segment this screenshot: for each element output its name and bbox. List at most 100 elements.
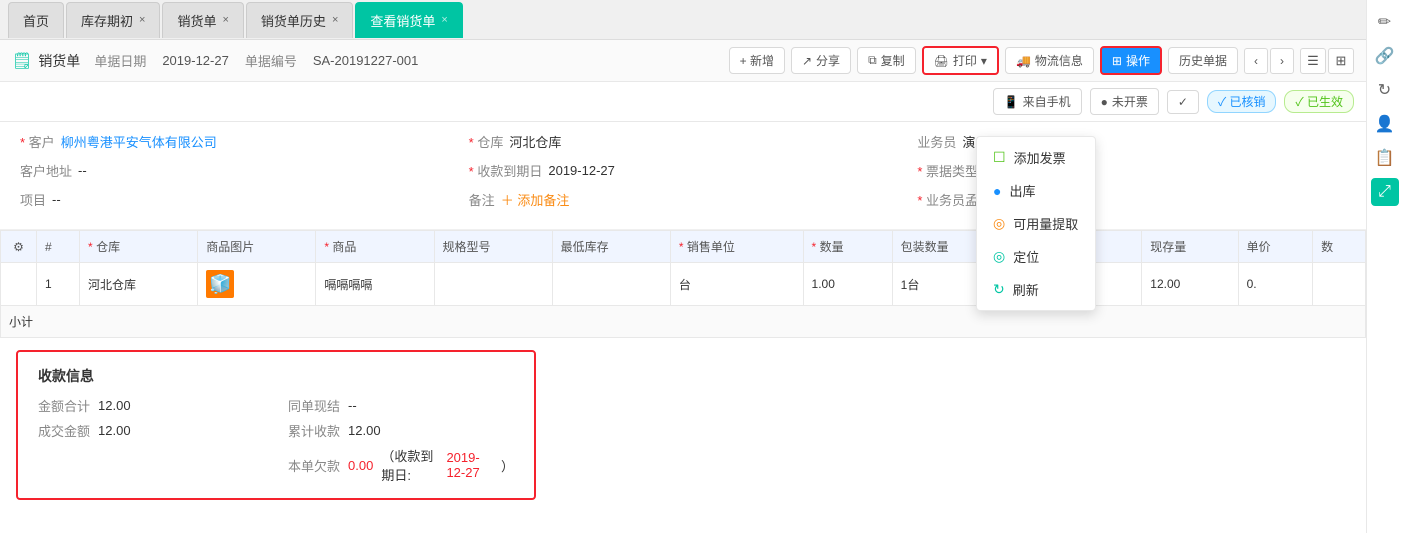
print-label: 打印 <box>953 52 977 69</box>
cell-product-img: 🧊 <box>198 263 316 306</box>
cell-qty: 1.00 <box>803 263 892 306</box>
tab-home-label: 首页 <box>23 11 49 30</box>
copy-button[interactable]: ⧉ 复制 <box>857 47 916 74</box>
subtotal-row: 小计 <box>1 306 1366 338</box>
note-label: 备注 <box>469 190 495 209</box>
staff-label: 业务员 <box>917 132 956 151</box>
table-row: 1 河北仓库 🧊 嗝嗝嗝嗝 台 1.00 1台 12.00 0. <box>1 263 1366 306</box>
locate-icon: ◎ <box>993 248 1005 265</box>
sidebar-rotate-icon[interactable]: ↻ <box>1371 76 1399 104</box>
prev-button[interactable]: ‹ <box>1244 48 1268 74</box>
share-label: 分享 <box>816 52 840 69</box>
tab-inventory-close[interactable]: × <box>139 14 145 26</box>
warehouse-label: 仓库 <box>469 132 504 151</box>
not-open-button[interactable]: ● 未开票 <box>1090 88 1159 115</box>
outbound-label: 出库 <box>1009 181 1035 200</box>
col-product-img: 商品图片 <box>198 231 316 263</box>
history-label: 历史单据 <box>1179 52 1227 69</box>
new-button[interactable]: + 新增 <box>729 47 785 74</box>
sales-staff-label: 业务员孟 <box>917 190 978 209</box>
form-row-2: 客户地址 -- 收款到期日 2019-12-27 票据类型 不开票 <box>20 161 1346 180</box>
print-icon: 🖨 <box>934 54 949 68</box>
cell-spec <box>434 263 552 306</box>
tab-inventory-label: 库存期初 <box>81 11 133 30</box>
dropdown-locate[interactable]: ◎ 定位 <box>977 240 1095 273</box>
logistics-button[interactable]: 🚚 物流信息 <box>1005 47 1094 74</box>
tab-view-sales[interactable]: 查看销货单 × <box>355 2 462 38</box>
print-button[interactable]: 🖨 打印 ▾ <box>922 46 999 75</box>
add-note-button[interactable]: ＋ 添加备注 <box>501 190 570 209</box>
col-unit-price: 单价 <box>1238 231 1313 263</box>
logistics-label: 物流信息 <box>1035 52 1083 69</box>
history-button[interactable]: 历史单据 <box>1168 47 1238 74</box>
col-spec: 规格型号 <box>434 231 552 263</box>
check-icon: ✓ <box>1178 95 1188 109</box>
add-note-label: 添加备注 <box>517 193 569 208</box>
col-gear: ⚙ <box>1 231 37 263</box>
print-chevron-icon: ▾ <box>981 54 987 68</box>
dropdown-refresh[interactable]: ↻ 刷新 <box>977 273 1095 306</box>
next-button[interactable]: › <box>1270 48 1294 74</box>
tab-sales-history-close[interactable]: × <box>332 14 338 26</box>
col-stock: 现存量 <box>1142 231 1238 263</box>
action-row: 📱 来自手机 ● 未开票 ✓ ✓ 已核销 ✓ 已生效 <box>0 82 1366 122</box>
address-field: 客户地址 -- <box>20 161 449 180</box>
date-label: 单据日期 <box>94 51 146 70</box>
cell-more <box>1313 263 1366 306</box>
sidebar-expand-icon[interactable]: ⤢ <box>1371 178 1399 206</box>
copy-label: 复制 <box>881 52 905 69</box>
operation-label: 操作 <box>1126 52 1150 69</box>
ticket-type-label: 票据类型 <box>917 161 978 180</box>
same-order-row: 同单现结 -- <box>288 396 514 415</box>
tab-home[interactable]: 首页 <box>8 2 64 38</box>
form-row-1: 客户 柳州粤港平安气体有限公司 仓库 河北仓库 业务员 演示账号 <box>20 132 1346 151</box>
from-phone-label: 来自手机 <box>1023 93 1071 110</box>
sidebar-link-icon[interactable]: 🔗 <box>1371 42 1399 70</box>
tab-sales-history[interactable]: 销货单历史 × <box>246 2 353 38</box>
refresh-label: 刷新 <box>1013 280 1039 299</box>
list-view-button[interactable]: ☰ <box>1300 48 1326 74</box>
grid-view-button[interactable]: ⊞ <box>1328 48 1354 74</box>
col-product: 商品 <box>316 231 434 263</box>
dropdown-outbound[interactable]: ● 出库 <box>977 174 1095 207</box>
check-button[interactable]: ✓ <box>1167 90 1199 114</box>
share-button[interactable]: ↗ 分享 <box>791 47 851 74</box>
dropdown-available-qty[interactable]: ◎ 可用量提取 <box>977 207 1095 240</box>
payment-date-label: 收款到期日 <box>469 161 543 180</box>
subtotal-label: 小计 <box>1 306 1366 338</box>
logistics-icon: 🚚 <box>1016 54 1031 68</box>
tab-sales-order[interactable]: 销货单 × <box>162 2 243 38</box>
tab-view-sales-close[interactable]: × <box>441 14 447 26</box>
new-label: + 新增 <box>740 52 774 69</box>
cumulative-label: 累计收款 <box>288 421 340 440</box>
total-row: 金额合计 12.00 <box>38 396 264 415</box>
ticket-icon: ● <box>1101 95 1108 109</box>
copy-icon: ⧉ <box>868 53 877 68</box>
tab-sales-order-close[interactable]: × <box>222 14 228 26</box>
customer-field: 客户 柳州粤港平安气体有限公司 <box>20 132 449 151</box>
locate-label: 定位 <box>1013 247 1039 266</box>
same-order-value: -- <box>348 398 357 413</box>
tab-view-sales-label: 查看销货单 <box>370 11 435 30</box>
dropdown-add-invoice[interactable]: ☐ 添加发票 <box>977 141 1095 174</box>
col-min-stock: 最低库存 <box>552 231 670 263</box>
col-warehouse: 仓库 <box>80 231 198 263</box>
sidebar-history-icon[interactable]: 📋 <box>1371 144 1399 172</box>
col-num: # <box>37 231 80 263</box>
total-value: 12.00 <box>98 398 131 413</box>
payment-date-field: 收款到期日 2019-12-27 <box>469 161 898 180</box>
operation-button[interactable]: ⊞ 操作 <box>1100 46 1162 75</box>
refresh-icon: ↻ <box>993 281 1005 298</box>
form-section: 客户 柳州粤港平安气体有限公司 仓库 河北仓库 业务员 演示账号 客户地址 -- <box>0 122 1366 230</box>
due-note: （收款到期日: <box>381 446 438 484</box>
tab-inventory[interactable]: 库存期初 × <box>66 2 160 38</box>
sidebar-user-icon[interactable]: 👤 <box>1371 110 1399 138</box>
not-open-label: 未开票 <box>1112 93 1148 110</box>
cumulative-value: 12.00 <box>348 423 381 438</box>
project-value: -- <box>52 192 61 207</box>
product-thumbnail: 🧊 <box>206 270 234 298</box>
sidebar-edit-icon[interactable]: ✏ <box>1371 8 1399 36</box>
from-phone-button[interactable]: 📱 来自手机 <box>993 88 1082 115</box>
customer-value[interactable]: 柳州粤港平安气体有限公司 <box>61 132 217 151</box>
col-qty: 数量 <box>803 231 892 263</box>
